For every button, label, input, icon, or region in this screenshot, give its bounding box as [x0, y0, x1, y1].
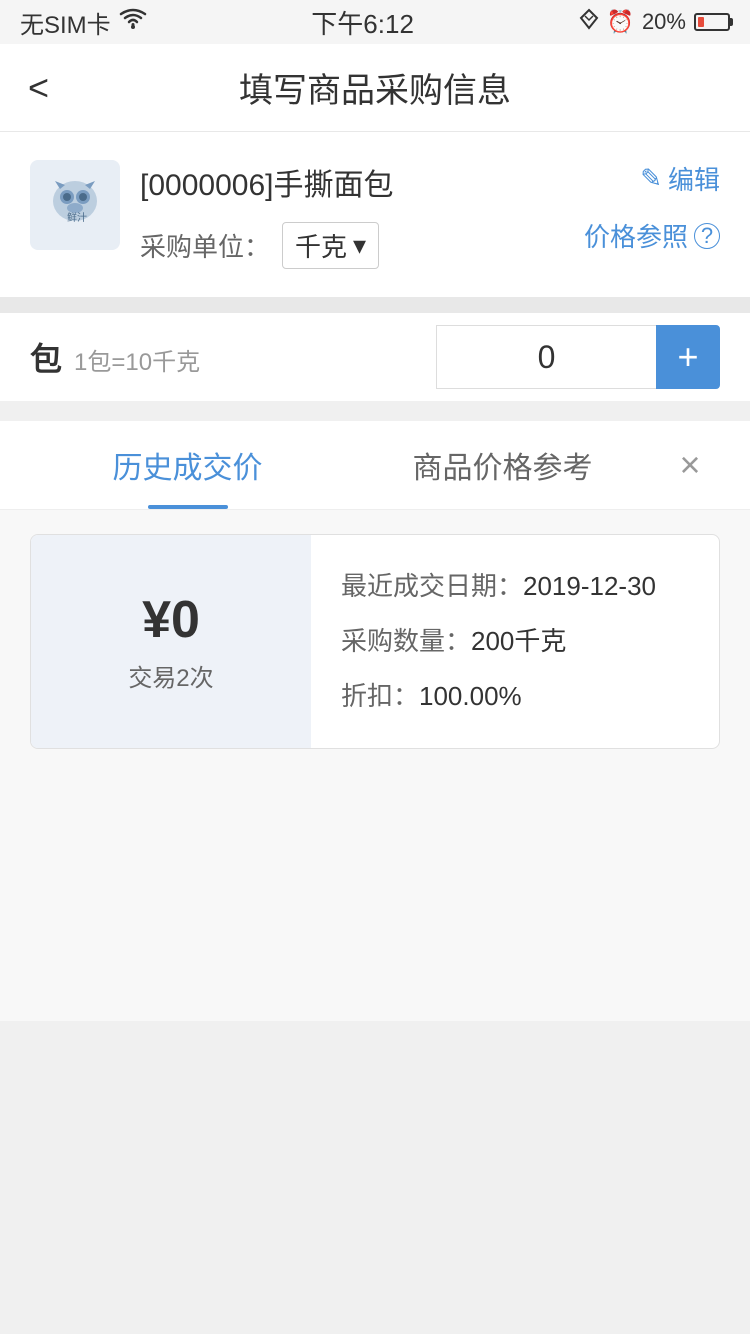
product-logo-icon: 鲜汁: [45, 173, 105, 238]
recent-date-label: 最近成交日期：: [341, 571, 523, 601]
quantity-input-group: +: [436, 325, 720, 389]
back-button[interactable]: <: [28, 67, 49, 109]
close-icon: ×: [679, 444, 700, 486]
battery-icon: [694, 13, 730, 31]
price-card-right: 最近成交日期：2019-12-30 采购数量：200千克 折扣：100.00%: [311, 535, 719, 748]
price-ref-button[interactable]: 价格参照 ?: [584, 217, 720, 254]
tab-history-price[interactable]: 历史成交价: [30, 421, 345, 509]
product-card: 鲜汁 [0000006]手撕面包 采购单位： 千克 ▾ ✎ 编辑: [0, 132, 750, 297]
quantity-label: 采购数量：: [341, 626, 471, 656]
status-time: 下午6:12: [311, 4, 414, 41]
product-thumbnail: 鲜汁: [30, 160, 120, 250]
page-title: 填写商品采购信息: [239, 63, 511, 112]
main-content: 历史成交价 商品价格参考 × ¥0 交易2次 最近成交日期：2019-12-30: [0, 421, 750, 1021]
price-card: ¥0 交易2次 最近成交日期：2019-12-30 采购数量：200千克 折扣：…: [30, 534, 720, 749]
page-header: < 填写商品采购信息: [0, 44, 750, 132]
currency-symbol: ¥: [142, 591, 171, 649]
product-name: [0000006]手撕面包: [140, 160, 393, 204]
carrier-text: 无SIM卡: [20, 5, 111, 40]
discount-row: 折扣：100.00%: [341, 677, 689, 716]
tab-product-price-ref[interactable]: 商品价格参考: [345, 421, 660, 509]
product-info-section: [0000006]手撕面包 采购单位： 千克 ▾: [140, 160, 393, 269]
product-actions: ✎ 编辑 价格参照 ?: [584, 160, 720, 254]
back-icon: <: [28, 67, 49, 109]
purchase-qty-row: 采购数量：200千克: [341, 622, 689, 661]
quantity-plus-button[interactable]: +: [656, 325, 720, 389]
quantity-unit-label: 包: [30, 334, 62, 380]
status-right-group: ⏰ 20%: [579, 8, 730, 36]
recent-date-value: 2019-12-30: [523, 571, 656, 601]
product-left-section: 鲜汁 [0000006]手撕面包 采购单位： 千克 ▾: [30, 160, 393, 269]
amount-value: 0: [171, 591, 200, 649]
unit-select-dropdown[interactable]: 千克 ▾: [282, 222, 379, 269]
plus-icon: +: [677, 336, 698, 378]
quantity-row: 包 1包=10千克 +: [0, 313, 750, 401]
edit-icon: ✎: [640, 163, 662, 194]
discount-value: 100.00%: [419, 681, 522, 711]
tab-close-button[interactable]: ×: [660, 435, 720, 495]
alarm-icon: ⏰: [607, 9, 634, 35]
product-top-row: 鲜汁 [0000006]手撕面包 采购单位： 千克 ▾ ✎ 编辑: [30, 160, 720, 269]
edit-label: 编辑: [668, 160, 720, 197]
status-bar: 无SIM卡 下午6:12 ⏰ 20%: [0, 0, 750, 44]
location-icon: [579, 8, 599, 36]
status-carrier: 无SIM卡: [20, 5, 147, 40]
quantity-conversion-text: 1包=10千克: [74, 342, 200, 377]
price-card-section: ¥0 交易2次 最近成交日期：2019-12-30 采购数量：200千克 折扣：…: [0, 510, 750, 773]
price-card-left: ¥0 交易2次: [31, 535, 311, 748]
discount-label: 折扣：: [341, 681, 419, 711]
price-amount-display: ¥0: [142, 590, 200, 650]
dropdown-arrow-icon: ▾: [353, 230, 366, 261]
tab1-label: 历史成交价: [113, 443, 263, 487]
battery-percent: 20%: [642, 9, 686, 35]
transaction-count: 交易2次: [128, 658, 213, 693]
section-divider: [0, 297, 750, 313]
price-tabs: 历史成交价 商品价格参考 ×: [0, 421, 750, 510]
help-icon: ?: [694, 223, 720, 249]
unit-label: 采购单位：: [140, 227, 270, 264]
unit-value: 千克: [295, 227, 347, 264]
wifi-icon: [119, 8, 147, 37]
tab2-label: 商品价格参考: [413, 443, 593, 487]
unit-row: 采购单位： 千克 ▾: [140, 222, 393, 269]
quantity-detail-value: 200千克: [471, 626, 566, 656]
tab-underline: [148, 505, 228, 509]
quantity-input[interactable]: [436, 325, 656, 389]
recent-date-row: 最近成交日期：2019-12-30: [341, 567, 689, 606]
edit-button[interactable]: ✎ 编辑: [640, 160, 720, 197]
quantity-label-group: 包 1包=10千克: [30, 334, 200, 380]
price-ref-label: 价格参照: [584, 217, 688, 254]
svg-text:鲜汁: 鲜汁: [67, 211, 87, 224]
